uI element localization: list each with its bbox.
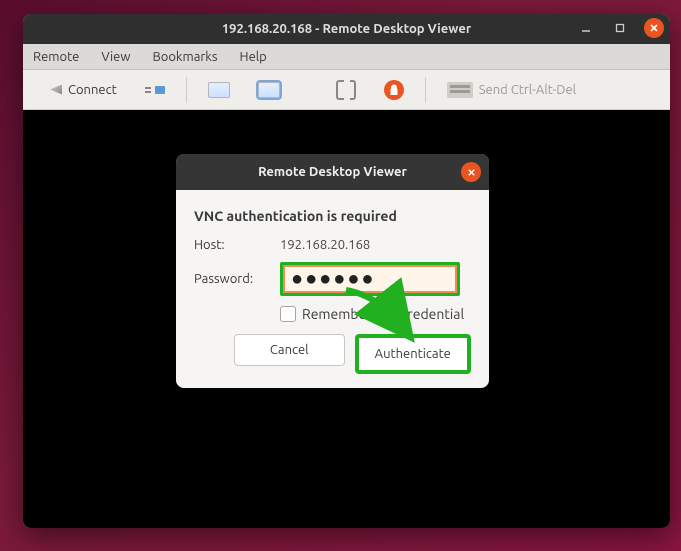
host-label: Host: [194,238,280,252]
minimize-button[interactable] [576,18,596,38]
connect-button[interactable]: Connect [31,78,126,102]
menu-remote[interactable]: Remote [33,50,79,64]
dialog-titlebar: Remote Desktop Viewer [176,154,489,190]
connect-label: Connect [68,83,117,97]
fullscreen-button[interactable] [327,75,365,105]
menu-bookmarks[interactable]: Bookmarks [152,50,217,64]
dialog-body: VNC authentication is required Host: 192… [176,190,489,388]
maximize-button[interactable] [610,18,630,38]
authenticate-button[interactable]: Authenticate [359,338,468,370]
remember-label: Remember this credential [302,306,464,322]
send-cad-label: Send Ctrl-Alt-Del [479,83,576,97]
window-controls [576,18,664,38]
dialog-close-button[interactable] [461,162,481,182]
readonly-button[interactable] [375,75,413,105]
close-button[interactable] [644,18,664,38]
screen-icon [208,82,230,98]
toolbar-separator [186,77,187,103]
lock-icon [384,80,404,100]
disconnect-button[interactable] [136,78,174,102]
authenticate-highlight: Authenticate [355,334,472,374]
remember-checkbox[interactable] [280,306,296,322]
titlebar: 192.168.20.168 - Remote Desktop Viewer [23,14,670,44]
connect-icon [40,83,62,97]
window-title: 192.168.20.168 - Remote Desktop Viewer [222,22,471,36]
screen-scaled-icon [258,82,280,98]
password-highlight [280,262,460,296]
menubar: Remote View Bookmarks Help [23,44,670,70]
dialog-actions: Cancel Authenticate [194,334,471,374]
plug-icon [145,83,165,97]
cancel-button[interactable]: Cancel [234,334,345,366]
view-normal-button[interactable] [199,77,239,103]
menu-view[interactable]: View [101,50,130,64]
password-input[interactable] [283,265,457,293]
auth-heading: VNC authentication is required [194,208,471,224]
toolbar-separator [425,77,426,103]
view-scaled-button[interactable] [249,77,289,103]
fullscreen-icon [336,80,356,100]
dialog-title: Remote Desktop Viewer [258,165,407,179]
send-cad-button[interactable]: Send Ctrl-Alt-Del [438,77,585,103]
toolbar: Connect Send Ctrl-Alt-Del [23,70,670,110]
keyboard-icon [447,82,473,98]
auth-dialog: Remote Desktop Viewer VNC authentication… [176,154,489,388]
password-label: Password: [194,272,280,286]
host-value: 192.168.20.168 [280,238,370,252]
menu-help[interactable]: Help [240,50,267,64]
